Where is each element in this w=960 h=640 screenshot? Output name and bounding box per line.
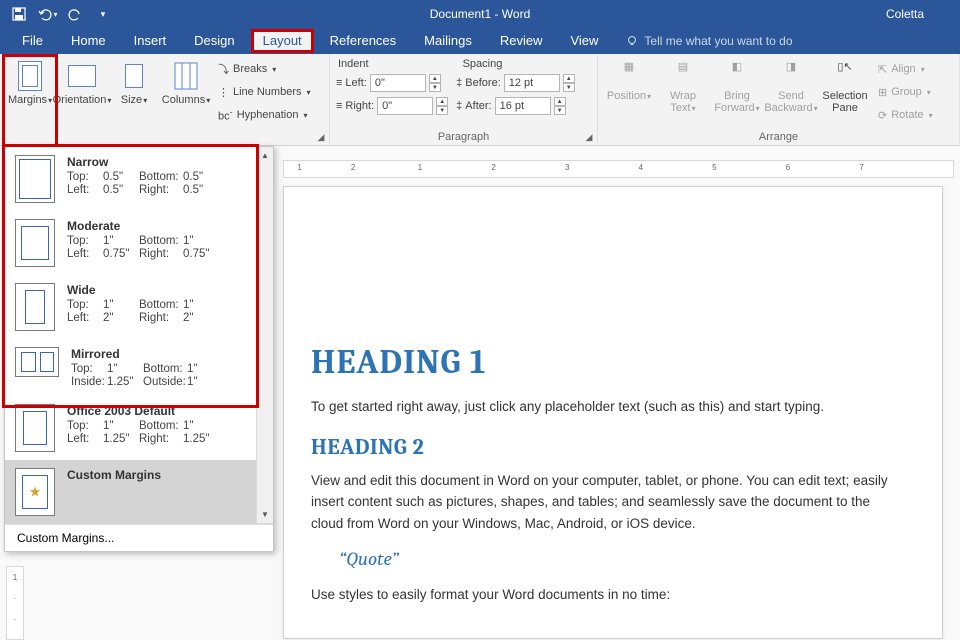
margin-thumb-icon [15,283,55,331]
tab-view[interactable]: View [558,29,610,53]
send-backward-icon: ◨ [777,60,805,88]
vertical-ruler[interactable]: 1·· [6,566,24,640]
indent-left-field[interactable]: ≡Left:0"▲▼ [336,72,448,94]
margin-thumb-icon [15,347,59,377]
heading-2[interactable]: HEADING 2 [311,434,902,460]
ribbon-tabs: File Home Insert Design Layout Reference… [0,28,960,54]
paragraph-launcher[interactable]: ◢ [583,131,595,143]
menu-scrollbar[interactable]: ▲ ▼ [256,147,273,523]
bring-forward-icon: ◧ [723,60,751,88]
tab-home[interactable]: Home [59,29,118,53]
line-numbers-icon: ⋮ [218,86,229,99]
align-icon: ⇱ [878,63,887,76]
send-backward-button[interactable]: ◨Send Backward▾ [766,58,816,129]
paragraph[interactable]: View and edit this document in Word on y… [311,470,902,535]
indent-header: Indent [338,58,369,70]
group-label: Paragraph [336,129,591,143]
indent-right-icon: ≡ [336,100,342,112]
indent-right-field[interactable]: ≡Right:0"▲▼ [336,95,448,117]
tab-insert[interactable]: Insert [122,29,179,53]
columns-button[interactable]: Columns▾ [162,58,210,143]
position-button[interactable]: ▦Position▾ [604,58,654,129]
hyphenation-icon: bc- [218,107,233,123]
quick-access-toolbar: ▾ ▾ [0,0,122,28]
qat-customize[interactable]: ▾ [92,3,114,25]
selection-pane-icon: ▯↖ [831,60,859,88]
spacing-before-field[interactable]: ‡Before:12 pt▲▼ [456,72,575,94]
horizontal-ruler[interactable]: 1 2 1 2 3 4 5 6 7 [283,160,954,178]
group-arrange: ▦Position▾ ▤Wrap Text▾ ◧Bring Forward▾ ◨… [598,54,960,145]
wrap-text-button[interactable]: ▤Wrap Text▾ [658,58,708,129]
save-button[interactable] [8,3,30,25]
group-label: Arrange [604,129,953,143]
tab-file[interactable]: File [10,29,55,53]
margin-preset-wide[interactable]: Wide Top:1"Bottom:1" Left:2"Right:2" [5,275,273,339]
document-title: Document1 - Word [430,7,530,21]
line-numbers-button[interactable]: ⋮Line Numbers▾ [218,81,311,103]
lightbulb-icon [626,35,638,47]
rotate-icon: ⟳ [878,109,887,122]
tab-layout[interactable]: Layout [251,29,314,53]
chevron-down-icon: ▾ [53,10,57,19]
margins-button[interactable]: Margins▾ [6,58,54,143]
margin-thumb-icon [15,404,55,452]
margin-preset-office2003[interactable]: Office 2003 Default Top:1"Bottom:1" Left… [5,396,273,460]
spacing-after-field[interactable]: ‡After:16 pt▲▼ [456,95,575,117]
group-page-setup: Margins▾ Orientation▾ Size▾ Columns▾ ⤵Br… [0,54,330,145]
tab-references[interactable]: References [318,29,408,53]
tab-design[interactable]: Design [182,29,246,53]
custom-margins-command[interactable]: Custom Margins... [5,524,273,551]
size-button[interactable]: Size▾ [110,58,158,143]
wrap-icon: ▤ [669,60,697,88]
breaks-icon: ⤵ [218,61,229,77]
heading-1[interactable]: HEADING 1 [311,342,902,382]
margin-thumb-icon [15,219,55,267]
tell-me-placeholder: Tell me what you want to do [644,34,792,48]
scroll-up-icon[interactable]: ▲ [257,147,273,164]
rotate-button[interactable]: ⟳Rotate▾ [878,104,933,126]
star-icon: ★ [29,484,42,501]
breaks-button[interactable]: ⤵Breaks▾ [218,58,311,80]
title-bar: ▾ ▾ Document1 - Word Coletta [0,0,960,28]
ribbon: Margins▾ Orientation▾ Size▾ Columns▾ ⤵Br… [0,54,960,146]
page-setup-launcher[interactable]: ◢ [315,131,327,143]
margin-preset-custom[interactable]: ★ Custom Margins [5,460,273,524]
margin-preset-mirrored[interactable]: Mirrored Top:1"Bottom:1" Inside:1.25"Out… [5,339,273,396]
quote-text[interactable]: “Quote” [339,548,902,570]
margins-menu: ▲ ▼ Narrow Top:0.5"Bottom:0.5" Left:0.5"… [4,146,274,552]
user-name[interactable]: Coletta [886,7,924,21]
spacing-header: Spacing [463,58,503,70]
group-icon: ⊞ [878,86,887,99]
spacing-before-icon: ‡ [456,77,462,89]
spacing-after-icon: ‡ [456,100,462,112]
orientation-button[interactable]: Orientation▾ [58,58,106,143]
hyphenation-button[interactable]: bc-Hyphenation▾ [218,104,311,126]
paragraph[interactable]: To get started right away, just click an… [311,396,902,418]
bring-forward-button[interactable]: ◧Bring Forward▾ [712,58,762,129]
spin-down[interactable]: ▼ [429,83,441,92]
group-paragraph: Indent Spacing ≡Left:0"▲▼ ≡Right:0"▲▼ ‡B… [330,54,598,145]
tab-review[interactable]: Review [488,29,555,53]
position-icon: ▦ [615,60,643,88]
margin-thumb-icon [15,155,55,203]
redo-button[interactable] [64,3,86,25]
margin-thumb-icon: ★ [15,468,55,516]
margin-preset-narrow[interactable]: Narrow Top:0.5"Bottom:0.5" Left:0.5"Righ… [5,147,273,211]
tell-me-search[interactable]: Tell me what you want to do [626,34,792,48]
group-button[interactable]: ⊞Group▾ [878,81,933,103]
indent-left-icon: ≡ [336,77,342,89]
scroll-down-icon[interactable]: ▼ [257,506,273,523]
undo-button[interactable]: ▾ [36,3,58,25]
margin-preset-moderate[interactable]: Moderate Top:1"Bottom:1" Left:0.75"Right… [5,211,273,275]
tab-mailings[interactable]: Mailings [412,29,484,53]
document-page[interactable]: HEADING 1 To get started right away, jus… [283,186,943,639]
paragraph[interactable]: Use styles to easily format your Word do… [311,584,902,606]
spin-up[interactable]: ▲ [429,74,441,83]
align-button[interactable]: ⇱Align▾ [878,58,933,80]
selection-pane-button[interactable]: ▯↖Selection Pane [820,58,870,129]
